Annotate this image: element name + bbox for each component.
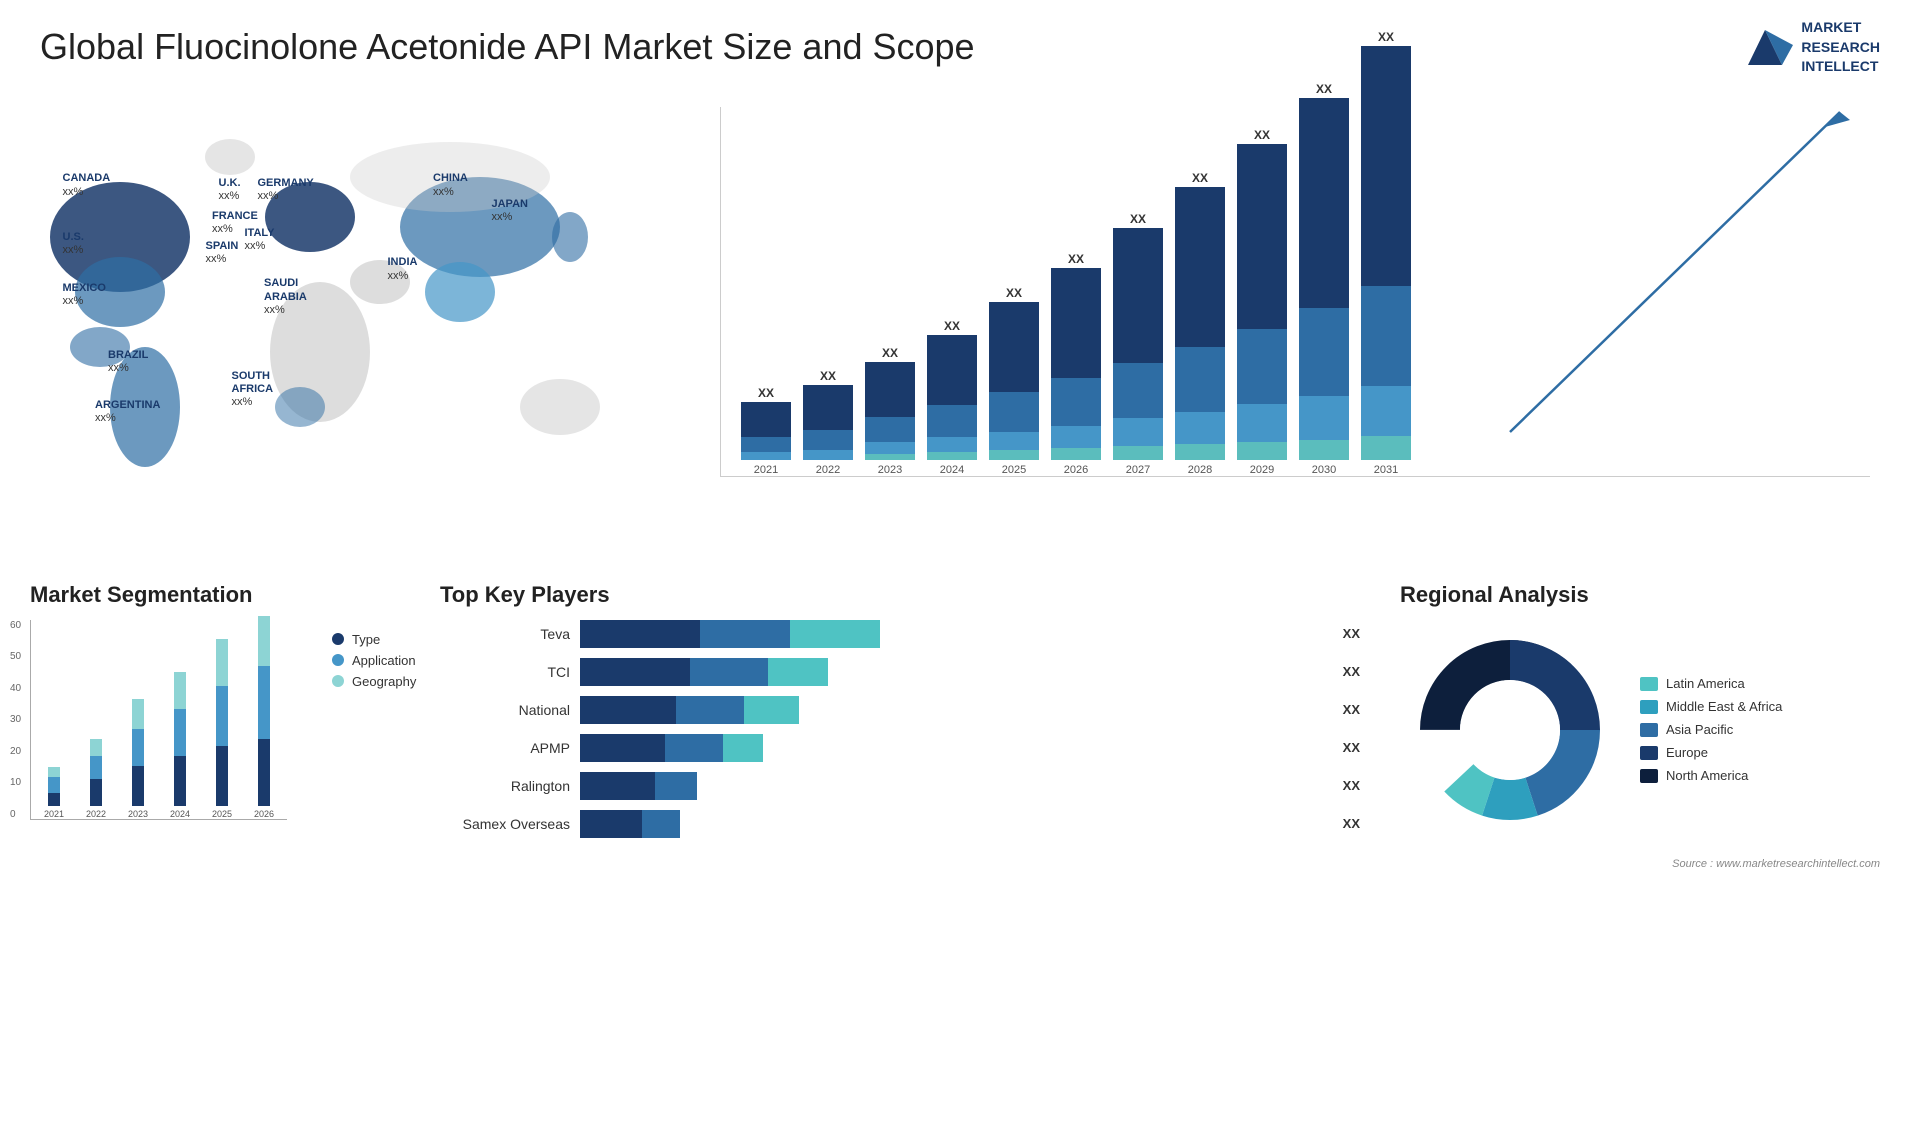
content-area: CANADAxx% U.S.xx% MEXICOxx% BRAZILxx% AR… (0, 87, 1920, 853)
map-label-argentina: ARGENTINAxx% (95, 399, 160, 425)
segmentation-title: Market Segmentation (30, 582, 410, 608)
map-label-brazil: BRAZILxx% (108, 349, 148, 375)
bar-2023: XX 2023 (865, 346, 915, 476)
seg-chart-area: 6050403020100 2021 (30, 620, 287, 820)
bottom-area: Market Segmentation 6050403020100 2021 (30, 567, 1890, 853)
players-title: Top Key Players (440, 582, 1360, 608)
bar-chart-section: XX 2021 XX 2022 XX 2023 (680, 87, 1890, 567)
map-label-japan: JAPANxx% (492, 198, 528, 224)
seg-bar-2024: 2024 (162, 672, 198, 819)
seg-chart-wrapper: 6050403020100 2021 (30, 620, 410, 820)
map-label-italy: ITALYxx% (245, 227, 275, 253)
seg-legend-application: Application (332, 653, 416, 668)
seg-bar-2023: 2023 (120, 699, 156, 819)
logo-icon (1738, 20, 1793, 75)
bar-2025: XX 2025 (989, 286, 1039, 476)
logo-text: MARKET RESEARCH INTELLECT (1801, 18, 1880, 77)
player-row-tci: TCI XX (440, 658, 1360, 686)
player-row-national: National XX (440, 696, 1360, 724)
world-map: CANADAxx% U.S.xx% MEXICOxx% BRAZILxx% AR… (30, 97, 680, 517)
bar-2028: XX 2028 (1175, 171, 1225, 476)
asia-pacific-color (1640, 723, 1658, 737)
legend-latin-america: Latin America (1640, 676, 1782, 691)
bar-2031: XX 2031 (1361, 30, 1411, 476)
bar-2026: XX 2026 (1051, 252, 1101, 476)
player-row-teva: Teva XX (440, 620, 1360, 648)
map-label-spain: SPAINxx% (206, 240, 239, 266)
page-title: Global Fluocinolone Acetonide API Market… (40, 26, 975, 68)
legend-north-america: North America (1640, 768, 1782, 783)
bar-2022: XX 2022 (803, 369, 853, 476)
seg-y-axis: 6050403020100 (10, 620, 21, 820)
player-bar-apmp (580, 734, 1328, 762)
legend-mea: Middle East & Africa (1640, 699, 1782, 714)
source-text: Source : www.marketresearchintellect.com (0, 853, 1920, 875)
latin-america-color (1640, 677, 1658, 691)
segmentation-section: Market Segmentation 6050403020100 2021 (30, 577, 410, 853)
map-label-south-africa: SOUTHAFRICAxx% (232, 370, 274, 410)
bar-2021: XX 2021 (741, 386, 791, 476)
player-bar-samex (580, 810, 1328, 838)
bar-2027: XX 2027 (1113, 212, 1163, 476)
legend-europe: Europe (1640, 745, 1782, 760)
regional-title: Regional Analysis (1400, 582, 1880, 608)
bar-2030: XX 2030 (1299, 82, 1349, 476)
donut-chart (1400, 620, 1620, 840)
bar-chart: XX 2021 XX 2022 XX 2023 (720, 107, 1870, 477)
player-bar-teva (580, 620, 1328, 648)
map-label-germany: GERMANYxx% (258, 177, 314, 203)
map-label-us: U.S.xx% (63, 231, 84, 257)
map-label-canada: CANADAxx% (63, 172, 111, 198)
seg-bar-2025: 2025 (204, 639, 240, 819)
map-label-saudi: SAUDIARABIAxx% (264, 277, 307, 317)
mea-color (1640, 700, 1658, 714)
north-america-color (1640, 769, 1658, 783)
seg-legend-geography: Geography (332, 674, 416, 689)
map-label-india: INDIAxx% (388, 256, 418, 282)
seg-legend: Type Application Geography (332, 632, 416, 820)
header: Global Fluocinolone Acetonide API Market… (0, 0, 1920, 87)
donut-container: Latin America Middle East & Africa Asia … (1400, 620, 1880, 840)
player-row-ralington: Ralington XX (440, 772, 1360, 800)
regional-legend: Latin America Middle East & Africa Asia … (1640, 676, 1782, 783)
player-bar-tci (580, 658, 1328, 686)
player-row-apmp: APMP XX (440, 734, 1360, 762)
player-bar-national (580, 696, 1328, 724)
seg-legend-type: Type (332, 632, 416, 647)
seg-bar-2021: 2021 (36, 767, 72, 819)
logo-area: MARKET RESEARCH INTELLECT (1738, 18, 1880, 77)
seg-bar-2026: 2026 (246, 616, 282, 819)
geography-legend-dot (332, 675, 344, 687)
legend-asia-pacific: Asia Pacific (1640, 722, 1782, 737)
type-legend-dot (332, 633, 344, 645)
map-svg (30, 97, 670, 517)
bar-2024: XX 2024 (927, 319, 977, 476)
application-legend-dot (332, 654, 344, 666)
bar-2029: XX 2029 (1237, 128, 1287, 476)
map-section: CANADAxx% U.S.xx% MEXICOxx% BRAZILxx% AR… (30, 87, 680, 567)
seg-bar-2022: 2022 (78, 739, 114, 819)
europe-color (1640, 746, 1658, 760)
map-label-mexico: MEXICOxx% (63, 282, 106, 308)
player-bar-ralington (580, 772, 1328, 800)
player-row-samex: Samex Overseas XX (440, 810, 1360, 838)
players-section: Top Key Players Teva XX TCI XX (430, 577, 1370, 853)
seg-bars: 2021 2022 (30, 620, 287, 820)
regional-section: Regional Analysis (1390, 577, 1890, 853)
map-label-uk: U.K.xx% (219, 177, 241, 203)
map-label-china: CHINAxx% (433, 172, 468, 198)
